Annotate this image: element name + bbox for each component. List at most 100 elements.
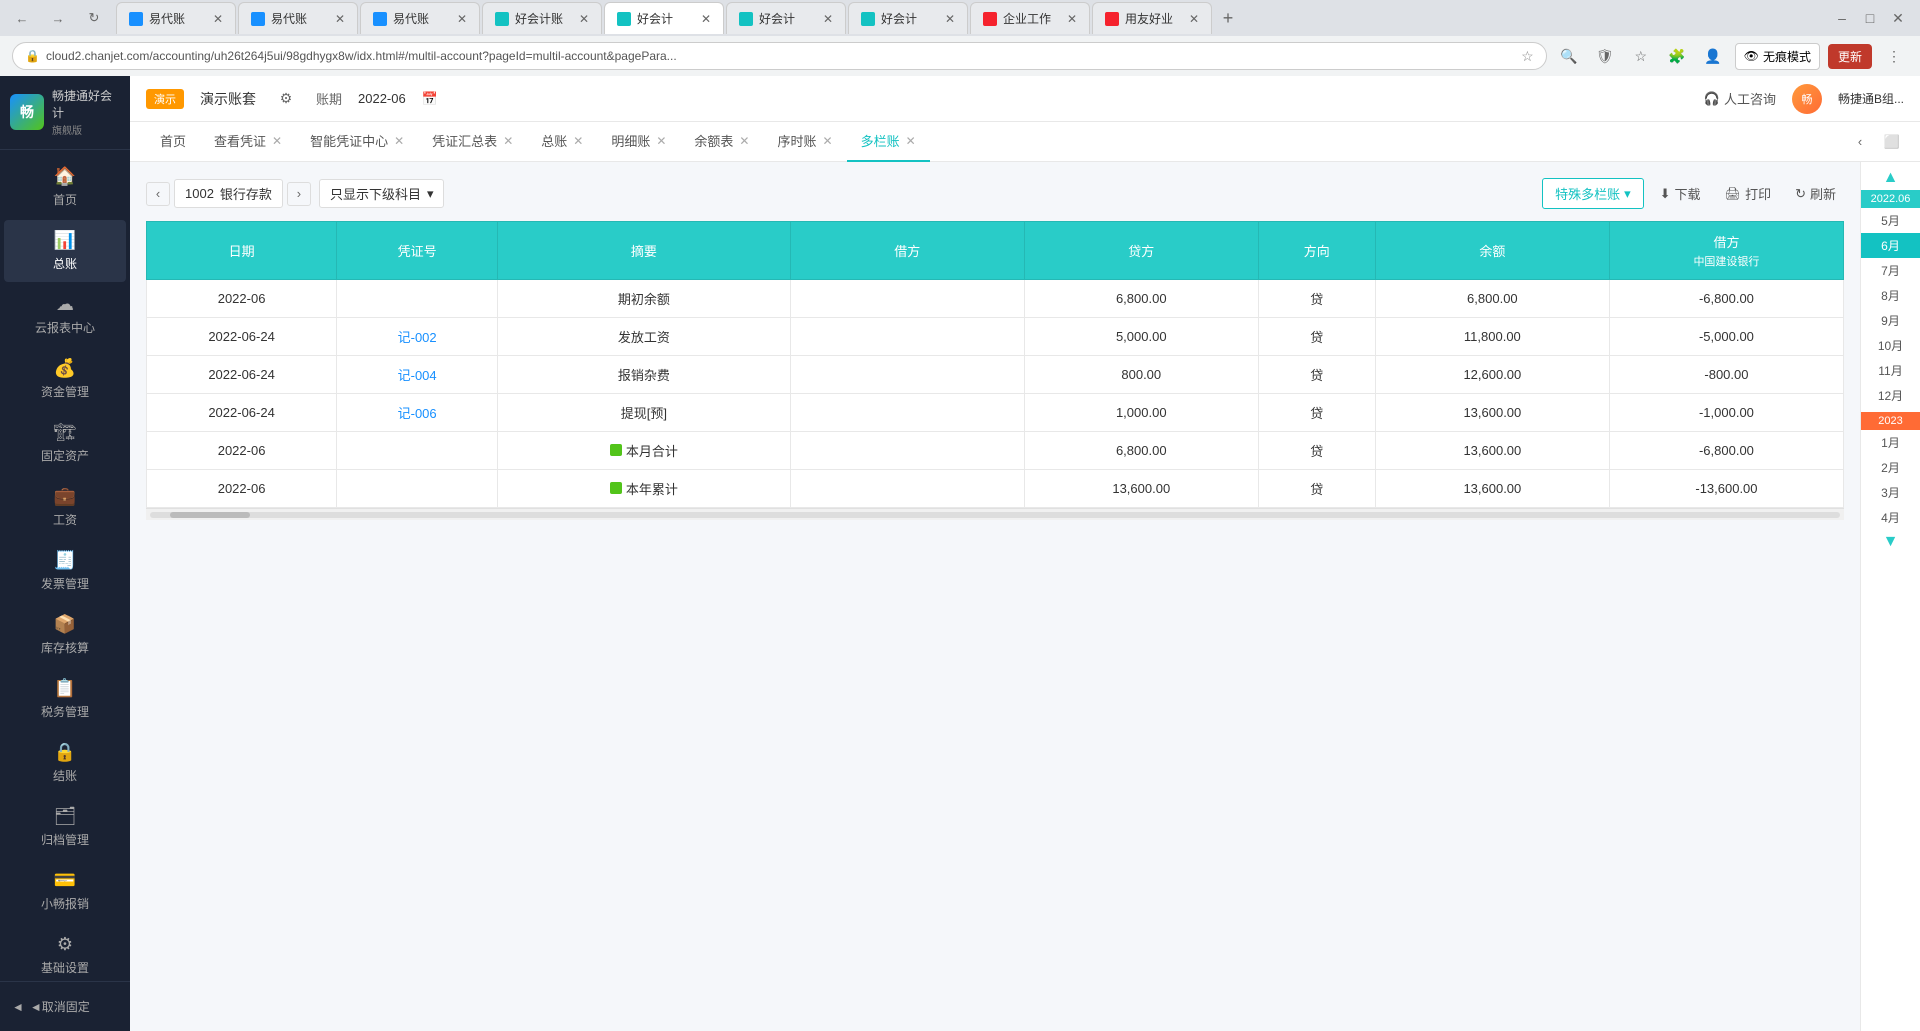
voucher-link[interactable]: 记-002 [398, 330, 437, 345]
wuphen-mode-button[interactable]: 👁 无痕模式 [1735, 43, 1820, 70]
voucher-link[interactable]: 记-004 [398, 368, 437, 383]
browser-tab-7[interactable]: 好会计 ✕ [848, 2, 968, 34]
calendar-month-6[interactable]: 6月 [1861, 233, 1920, 258]
tab-detail-ledger[interactable]: 明细账 ✕ [597, 122, 680, 162]
horizontal-scrollbar[interactable] [146, 508, 1844, 520]
calendar-down-button[interactable]: ▼ [1879, 530, 1903, 554]
calendar-month-2023-1[interactable]: 1月 [1861, 430, 1920, 455]
maximize-button[interactable]: □ [1856, 4, 1884, 32]
consult-button[interactable]: 🎧 人工咨询 [1704, 89, 1776, 108]
tab-close-4[interactable]: ✕ [579, 12, 589, 26]
sidebar-item-archive[interactable]: 🗂 归档管理 [4, 796, 126, 858]
subject-selector[interactable]: 1002 银行存款 [174, 179, 283, 208]
bookmark-icon[interactable]: ☆ [1521, 48, 1534, 65]
tab-close-5[interactable]: ✕ [701, 12, 711, 26]
calendar-month-2023-2[interactable]: 2月 [1861, 455, 1920, 480]
tab-close-7[interactable]: ✕ [945, 12, 955, 26]
tab-close-6[interactable]: ✕ [823, 12, 833, 26]
sidebar-item-invoice[interactable]: 🧾 发票管理 [4, 540, 126, 602]
tab-balance-table[interactable]: 余额表 ✕ [680, 122, 763, 162]
close-window-button[interactable]: ✕ [1884, 4, 1912, 32]
calendar-month-9[interactable]: 9月 [1861, 308, 1920, 333]
calendar-month-7[interactable]: 7月 [1861, 258, 1920, 283]
collapse-sidebar-button[interactable]: ◄ ◄取消固定 [4, 990, 126, 1023]
special-multi-column-button[interactable]: 特殊多栏账 ▾ [1542, 178, 1644, 209]
tab-vouchers-close[interactable]: ✕ [272, 134, 282, 148]
tab-multi-close[interactable]: ✕ [906, 134, 916, 148]
forward-button[interactable]: → [44, 4, 72, 32]
browser-tab-8[interactable]: 企业工作 ✕ [970, 2, 1090, 34]
tab-close-2[interactable]: ✕ [335, 12, 345, 26]
extensions-icon[interactable]: 🧩 [1663, 42, 1691, 70]
tab-general-ledger[interactable]: 总账 ✕ [527, 122, 597, 162]
browser-tab-4[interactable]: 好会计账 ✕ [482, 2, 602, 34]
tab-voucher-summary[interactable]: 凭证汇总表 ✕ [418, 122, 527, 162]
collapse-left-icon[interactable]: ‹ [1848, 130, 1872, 154]
filter-dropdown[interactable]: 只显示下级科目 ▾ [319, 179, 445, 208]
sidebar-item-assets[interactable]: 🏗 固定资产 [4, 412, 126, 474]
browser-tab-9[interactable]: 用友好业 ✕ [1092, 2, 1212, 34]
next-subject-button[interactable]: › [287, 182, 311, 206]
sidebar-item-ledger[interactable]: 📊 总账 [4, 220, 126, 282]
search-icon[interactable]: 🔍 [1555, 42, 1583, 70]
tab-sequence-ledger[interactable]: 序时账 ✕ [763, 122, 846, 162]
tab-balance-close[interactable]: ✕ [739, 134, 749, 148]
voucher-link[interactable]: 记-006 [398, 406, 437, 421]
browser-tab-5[interactable]: 好会计 ✕ [604, 2, 724, 34]
settings-gear-icon[interactable]: ⚙ [272, 85, 300, 113]
reload-button[interactable]: ↻ [80, 4, 108, 32]
calendar-month-2023-3[interactable]: 3月 [1861, 480, 1920, 505]
calendar-up-button[interactable]: ▲ [1879, 166, 1903, 190]
tab-multi-column[interactable]: 多栏账 ✕ [847, 122, 930, 162]
calendar-month-11[interactable]: 11月 [1861, 358, 1920, 383]
tab-smart-close[interactable]: ✕ [394, 134, 404, 148]
calendar-month-5[interactable]: 5月 [1861, 208, 1920, 233]
profile-icon[interactable]: 👤 [1699, 42, 1727, 70]
tab-general-close[interactable]: ✕ [573, 134, 583, 148]
calendar-icon[interactable]: 📅 [422, 91, 438, 107]
tab-detail-close[interactable]: ✕ [656, 134, 666, 148]
tab-smart-voucher[interactable]: 智能凭证中心 ✕ [296, 122, 418, 162]
tab-home[interactable]: 首页 [146, 122, 200, 162]
tab-close-3[interactable]: ✕ [457, 12, 467, 26]
tab-sequence-close[interactable]: ✕ [823, 134, 833, 148]
sidebar-item-settings[interactable]: ⚙ 基础设置 [4, 924, 126, 981]
browser-tab-3[interactable]: 易代账 ✕ [360, 2, 480, 34]
tab-vouchers[interactable]: 查看凭证 ✕ [200, 122, 296, 162]
tab-summary-close[interactable]: ✕ [503, 134, 513, 148]
sidebar-item-cloud-report[interactable]: ☁ 云报表中心 [4, 284, 126, 346]
sidebar-item-home[interactable]: 🏠 首页 [4, 156, 126, 218]
tab-close-8[interactable]: ✕ [1067, 12, 1077, 26]
new-tab-button[interactable]: + [1214, 4, 1242, 32]
calendar-month-8[interactable]: 8月 [1861, 283, 1920, 308]
print-button[interactable]: 🖨 打印 [1717, 179, 1780, 208]
th-date: 日期 [147, 222, 337, 280]
update-button[interactable]: 更新 [1828, 44, 1872, 69]
sidebar-item-tax[interactable]: 📋 税务管理 [4, 668, 126, 730]
refresh-button[interactable]: ↻ 刷新 [1787, 179, 1844, 208]
back-button[interactable]: ← [8, 4, 36, 32]
sidebar-item-fund[interactable]: 💰 资金管理 [4, 348, 126, 410]
tab-close-1[interactable]: ✕ [213, 12, 223, 26]
browser-tab-1[interactable]: 易代账 ✕ [116, 2, 236, 34]
sidebar-item-payroll[interactable]: 💼 工资 [4, 476, 126, 538]
browser-tab-6[interactable]: 好会计 ✕ [726, 2, 846, 34]
calendar-month-12[interactable]: 12月 [1861, 383, 1920, 408]
tab-close-9[interactable]: ✕ [1189, 12, 1199, 26]
expand-icon[interactable]: ⬜ [1880, 130, 1904, 154]
shield-icon[interactable]: 🛡 [1591, 42, 1619, 70]
sidebar-item-expense[interactable]: 💳 小畅报销 [4, 860, 126, 922]
sidebar-item-inventory[interactable]: 📦 库存核算 [4, 604, 126, 666]
calendar-month-10[interactable]: 10月 [1861, 333, 1920, 358]
address-bar[interactable]: 🔒 cloud2.chanjet.com/accounting/uh26t264… [12, 42, 1547, 70]
scrollbar-thumb[interactable] [170, 512, 250, 518]
download-button[interactable]: ⬇ 下载 [1652, 179, 1709, 208]
table-header-row: 日期 凭证号 摘要 借方 贷方 方向 余额 借方 中国建设银行 [147, 222, 1844, 280]
browser-tab-2[interactable]: 易代账 ✕ [238, 2, 358, 34]
minimize-button[interactable]: – [1828, 4, 1856, 32]
star-icon[interactable]: ☆ [1627, 42, 1655, 70]
more-options-icon[interactable]: ⋮ [1880, 42, 1908, 70]
calendar-month-2023-4[interactable]: 4月 [1861, 505, 1920, 530]
sidebar-item-close-account[interactable]: 🔒 结账 [4, 732, 126, 794]
prev-subject-button[interactable]: ‹ [146, 182, 170, 206]
